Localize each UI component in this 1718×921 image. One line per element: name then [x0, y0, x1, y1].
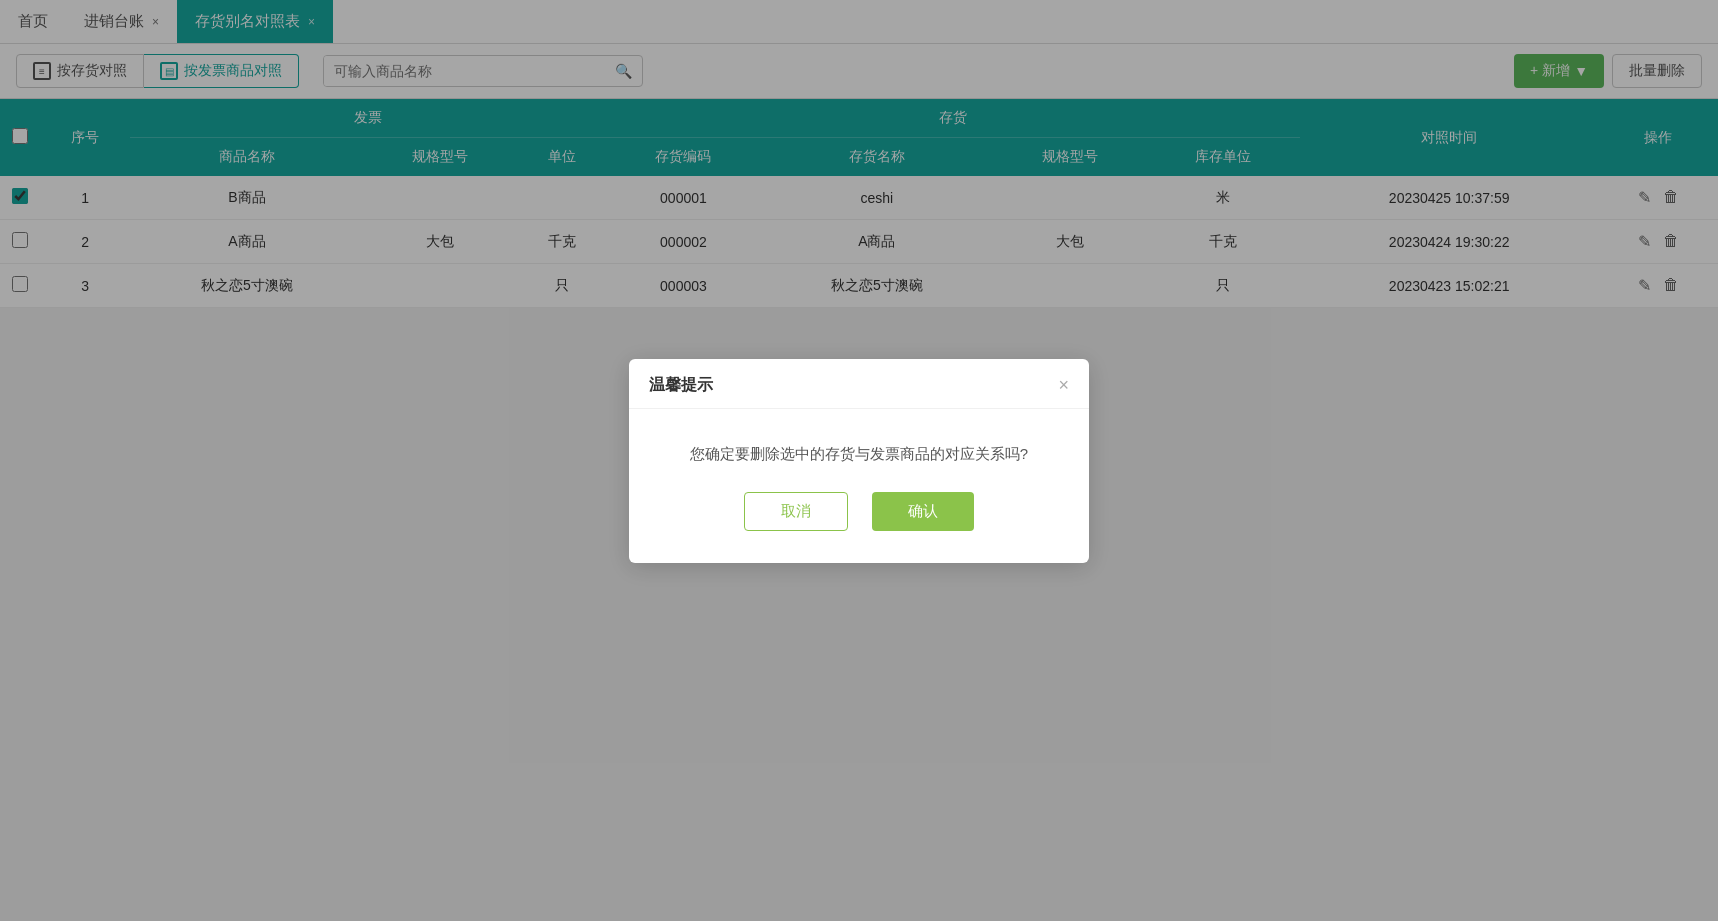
modal-overlay: 温馨提示 × 您确定要删除选中的存货与发票商品的对应关系吗? 取消 确认 [0, 0, 1718, 308]
